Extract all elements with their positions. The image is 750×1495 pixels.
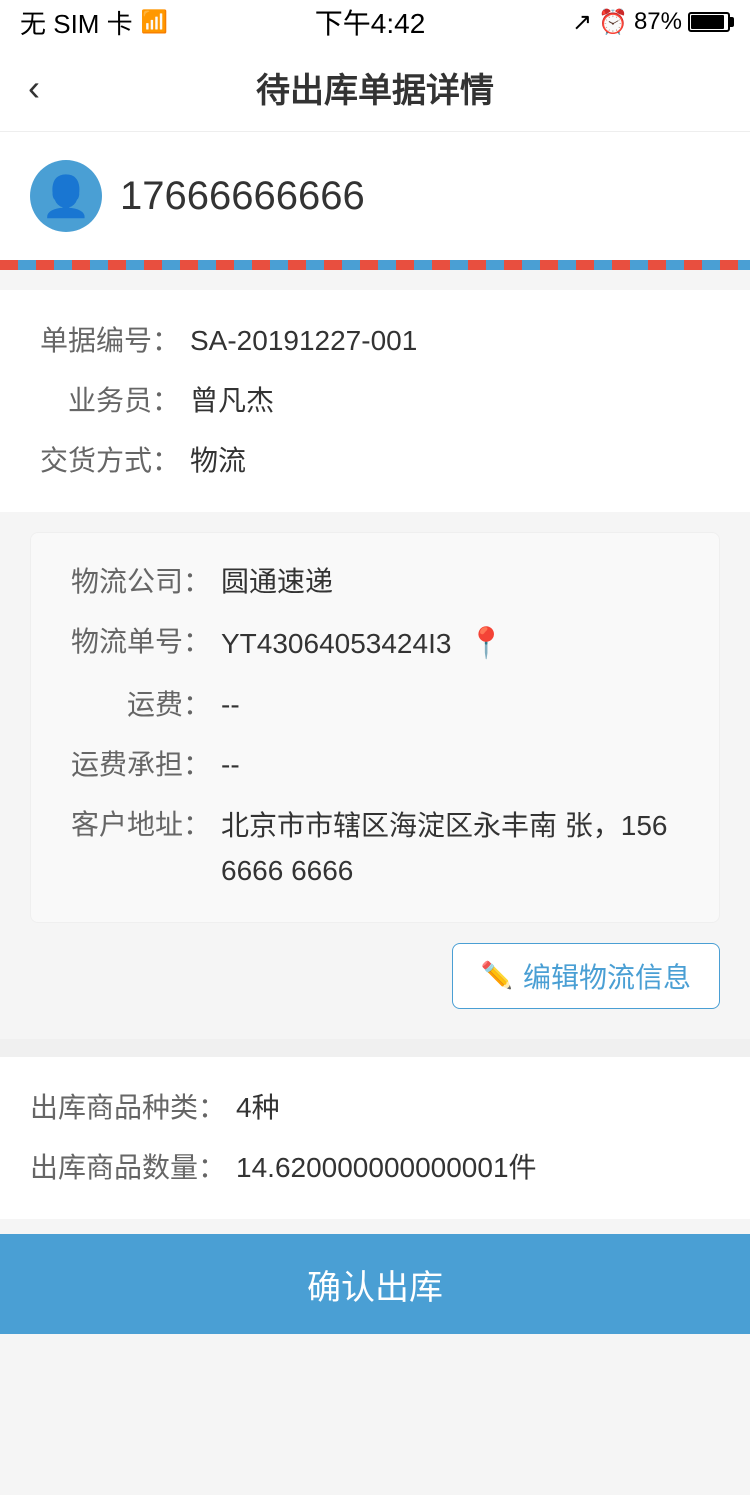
freight-bearer-value: -- <box>221 744 689 786</box>
logistics-company-value: 圆通速递 <box>221 561 689 603</box>
edit-btn-row: ✏️ 编辑物流信息 <box>30 943 720 1019</box>
tracking-no-row: 物流单号： YT43064053424I3 📍 <box>61 621 689 666</box>
dashed-divider <box>0 260 750 270</box>
carrier-text: 无 SIM 卡 <box>20 4 133 41</box>
confirm-button-label: 确认出库 <box>307 1260 443 1309</box>
address-label: 客户地址： <box>61 804 221 846</box>
status-bar: 无 SIM 卡 📶 下午4:42 ↗ ⏰ 87% <box>0 0 750 44</box>
logistics-card: 物流公司： 圆通速递 物流单号： YT43064053424I3 📍 运费： -… <box>30 532 720 923</box>
freight-row: 运费： -- <box>61 684 689 726</box>
logistics-company-row: 物流公司： 圆通速递 <box>61 561 689 603</box>
avatar: 👤 <box>30 160 102 232</box>
section-separator <box>0 1039 750 1057</box>
sales-person-value: 曾凡杰 <box>190 380 720 422</box>
delivery-method-label: 交货方式： <box>30 440 190 482</box>
goods-section: 出库商品种类： 4种 出库商品数量： 14.620000000000001件 <box>0 1057 750 1219</box>
user-phone: 17666666666 <box>120 174 365 219</box>
edit-logistics-button[interactable]: ✏️ 编辑物流信息 <box>452 943 720 1009</box>
freight-label: 运费： <box>61 684 221 726</box>
location-service-icon: ↗ <box>572 8 592 37</box>
bottom-spacer <box>0 1315 750 1495</box>
freight-bearer-label: 运费承担： <box>61 744 221 786</box>
basic-info-section: 单据编号： SA-20191227-001 业务员： 曾凡杰 交货方式： 物流 <box>0 290 750 512</box>
avatar-icon: 👤 <box>41 173 91 220</box>
alarm-icon: ⏰ <box>598 8 628 37</box>
nav-bar: ‹ 待出库单据详情 <box>0 44 750 132</box>
order-no-value: SA-20191227-001 <box>190 320 720 362</box>
battery-icon <box>688 12 730 32</box>
goods-types-row: 出库商品种类： 4种 <box>30 1087 720 1129</box>
tracking-no-value: YT43064053424I3 📍 <box>221 621 689 666</box>
back-button[interactable]: ‹ <box>28 67 40 109</box>
delivery-method-row: 交货方式： 物流 <box>30 440 720 482</box>
goods-types-label: 出库商品种类： <box>30 1087 236 1129</box>
confirm-button-bar[interactable]: 确认出库 <box>0 1234 750 1334</box>
edit-icon: ✏️ <box>481 960 513 991</box>
status-right: ↗ ⏰ 87% <box>572 8 730 37</box>
goods-quantity-row: 出库商品数量： 14.620000000000001件 <box>30 1147 720 1189</box>
order-no-row: 单据编号： SA-20191227-001 <box>30 320 720 362</box>
status-time: 下午4:42 <box>315 2 426 42</box>
status-left: 无 SIM 卡 📶 <box>20 4 168 41</box>
address-value: 北京市市辖区海淀区永丰南 张，156 6666 6666 <box>221 804 689 894</box>
sales-person-label: 业务员： <box>30 380 190 422</box>
address-row: 客户地址： 北京市市辖区海淀区永丰南 张，156 6666 6666 <box>61 804 689 894</box>
edit-btn-label: 编辑物流信息 <box>523 956 691 996</box>
logistics-company-label: 物流公司： <box>61 561 221 603</box>
sales-person-row: 业务员： 曾凡杰 <box>30 380 720 422</box>
battery-percent: 87% <box>634 8 682 36</box>
freight-bearer-row: 运费承担： -- <box>61 744 689 786</box>
wifi-icon: 📶 <box>141 9 168 35</box>
goods-types-value: 4种 <box>236 1087 720 1129</box>
delivery-method-value: 物流 <box>190 440 720 482</box>
tracking-no-label: 物流单号： <box>61 621 221 663</box>
user-section: 👤 17666666666 <box>0 132 750 260</box>
order-no-label: 单据编号： <box>30 320 190 362</box>
tracking-location-icon[interactable]: 📍 <box>467 621 504 666</box>
goods-quantity-label: 出库商品数量： <box>30 1147 236 1189</box>
page-title: 待出库单据详情 <box>256 63 494 112</box>
goods-quantity-value: 14.620000000000001件 <box>236 1147 720 1189</box>
freight-value: -- <box>221 684 689 726</box>
